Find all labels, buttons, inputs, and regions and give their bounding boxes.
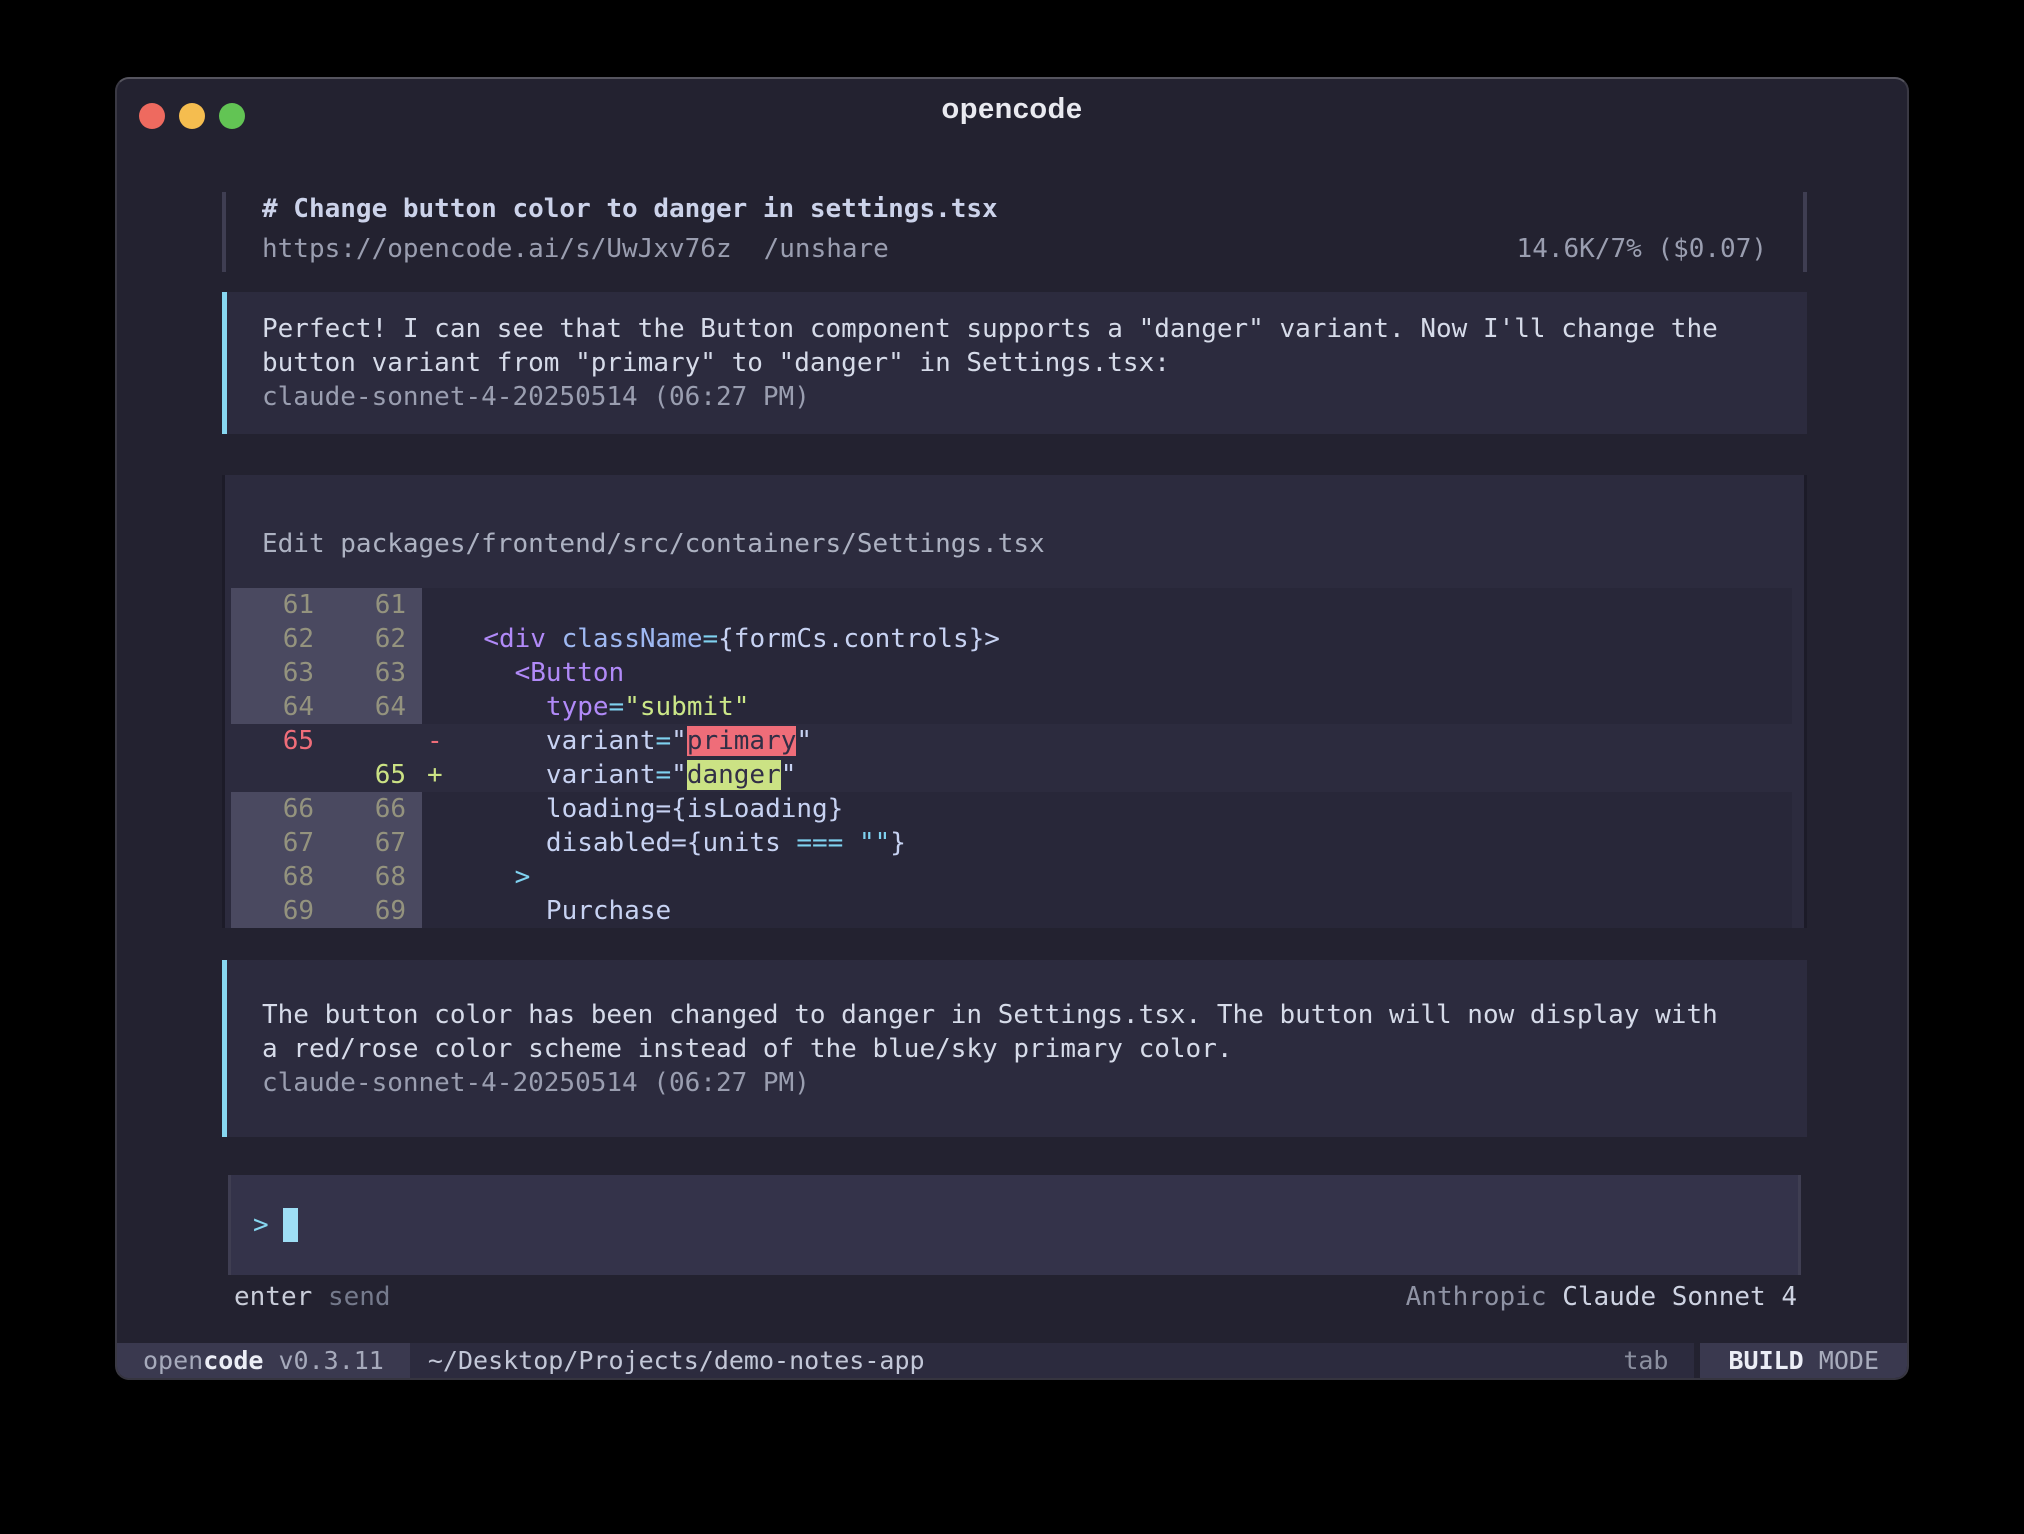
working-directory: ~/Desktop/Projects/demo-notes-app xyxy=(428,1343,925,1378)
diff-marker xyxy=(422,622,452,656)
diff-row: 6868 > xyxy=(231,860,1792,894)
code-line: > xyxy=(452,860,530,894)
diff-marker: + xyxy=(422,758,452,792)
code-line: variant="danger" xyxy=(452,758,796,792)
line-number-new: 66 xyxy=(328,792,422,826)
line-number-new: 63 xyxy=(328,656,422,690)
app-name-open: open xyxy=(143,1346,203,1375)
line-number-old: 63 xyxy=(231,656,328,690)
prompt-input[interactable]: > xyxy=(228,1175,1801,1275)
assistant-message: Perfect! I can see that the Button compo… xyxy=(222,292,1807,434)
line-number-old: 66 xyxy=(231,792,328,826)
diff-row: 6464 type="submit" xyxy=(231,690,1792,724)
model-name: Claude Sonnet 4 xyxy=(1562,1282,1797,1312)
model-info: Anthropic Claude Sonnet 4 xyxy=(1406,1280,1797,1314)
line-number-old: 67 xyxy=(231,826,328,860)
window-title: opencode xyxy=(117,93,1907,126)
session-header: # Change button color to danger in setti… xyxy=(222,192,1807,272)
diff-row: 65+ variant="danger" xyxy=(231,758,1792,792)
message-meta: claude-sonnet-4-20250514 (06:27 PM) xyxy=(262,1066,1767,1100)
line-number-new: 65 xyxy=(328,758,422,792)
line-number-new: 64 xyxy=(328,690,422,724)
diff-row: 6262 <div className={formCs.controls}> xyxy=(231,622,1792,656)
model-provider: Anthropic xyxy=(1406,1282,1547,1312)
diff-row: 6969 Purchase xyxy=(231,894,1792,928)
line-number-new: 62 xyxy=(328,622,422,656)
line-number-new: 61 xyxy=(328,588,422,622)
tab-keybind-hint: tab xyxy=(1623,1343,1694,1378)
text-cursor xyxy=(283,1208,298,1242)
line-number-old: 62 xyxy=(231,622,328,656)
line-number-old: 64 xyxy=(231,690,328,724)
prompt-symbol: > xyxy=(253,1210,269,1240)
message-line: button variant from "primary" to "danger… xyxy=(262,346,1767,380)
line-number-new: 68 xyxy=(328,860,422,894)
diff-row: 6767 disabled={units === ""} xyxy=(231,826,1792,860)
diff-marker xyxy=(422,860,452,894)
diff-row: 65 - variant="primary" xyxy=(231,724,1792,758)
app-window: opencode # Change button color to danger… xyxy=(115,77,1909,1380)
code-line: type="submit" xyxy=(452,690,749,724)
keybind-key: enter xyxy=(234,1282,312,1312)
code-line: Purchase xyxy=(452,894,671,928)
message-line: The button color has been changed to dan… xyxy=(262,998,1767,1032)
mode-suffix: MODE xyxy=(1804,1346,1879,1375)
header-left-bar xyxy=(222,192,226,272)
line-number-new: 69 xyxy=(328,894,422,928)
line-number-old: 65 xyxy=(231,724,328,758)
mode-toggle-chip[interactable]: BUILD MODE xyxy=(1700,1343,1907,1378)
line-number-old: 68 xyxy=(231,860,328,894)
code-line: <div className={formCs.controls}> xyxy=(452,622,1000,656)
diff-marker xyxy=(422,792,452,826)
edit-tool-title: Edit packages/frontend/src/containers/Se… xyxy=(225,527,1804,561)
app-version-chip: opencode v0.3.11 xyxy=(117,1343,410,1378)
share-links: https://opencode.ai/s/UwJxv76z/unshare xyxy=(262,232,889,266)
code-line: variant="primary" xyxy=(452,724,812,758)
mode-name: BUILD xyxy=(1728,1346,1803,1375)
diff-marker xyxy=(422,588,452,622)
message-line: a red/rose color scheme instead of the b… xyxy=(262,1032,1767,1066)
hint-row: enter send Anthropic Claude Sonnet 4 xyxy=(234,1280,1797,1314)
line-number-new xyxy=(328,724,422,758)
diff-marker xyxy=(422,894,452,928)
line-number-new: 67 xyxy=(328,826,422,860)
line-number-old: 69 xyxy=(231,894,328,928)
line-number-old xyxy=(231,758,328,792)
status-bar: opencode v0.3.11 ~/Desktop/Projects/demo… xyxy=(117,1343,1907,1378)
header-right-bar xyxy=(1803,192,1807,272)
diff-row: 6363 <Button xyxy=(231,656,1792,690)
edit-tool-block: Edit packages/frontend/src/containers/Se… xyxy=(222,475,1807,928)
message-meta: claude-sonnet-4-20250514 (06:27 PM) xyxy=(262,380,1767,414)
app-version: v0.3.11 xyxy=(263,1346,383,1375)
session-content: # Change button color to danger in setti… xyxy=(222,192,1807,1314)
diff-marker xyxy=(422,656,452,690)
token-usage: 14.6K/7% ($0.07) xyxy=(1517,232,1767,266)
diff-row: 6161 xyxy=(231,588,1792,622)
session-title: # Change button color to danger in setti… xyxy=(262,192,1767,226)
keybind-hint: enter send xyxy=(234,1280,391,1314)
message-line: Perfect! I can see that the Button compo… xyxy=(262,312,1767,346)
share-url-link[interactable]: https://opencode.ai/s/UwJxv76z xyxy=(262,234,732,264)
diff-row: 6666 loading={isLoading} xyxy=(231,792,1792,826)
unshare-command[interactable]: /unshare xyxy=(764,234,889,264)
diff-view: 61616262 <div className={formCs.controls… xyxy=(225,588,1804,928)
diff-marker xyxy=(422,826,452,860)
app-name-code: code xyxy=(203,1346,263,1375)
status-bar-left: opencode v0.3.11 ~/Desktop/Projects/demo… xyxy=(117,1343,1694,1378)
titlebar: opencode xyxy=(117,79,1907,135)
keybind-action: send xyxy=(328,1282,391,1312)
diff-marker xyxy=(422,690,452,724)
line-number-old: 61 xyxy=(231,588,328,622)
code-line: disabled={units === ""} xyxy=(452,826,906,860)
code-line: loading={isLoading} xyxy=(452,792,843,826)
diff-marker: - xyxy=(422,724,452,758)
assistant-message: The button color has been changed to dan… xyxy=(222,960,1807,1137)
code-line: <Button xyxy=(452,656,624,690)
